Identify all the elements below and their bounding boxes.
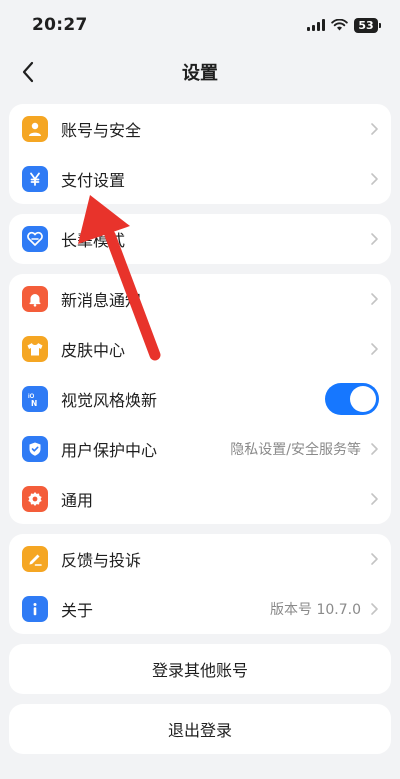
- settings-group-about: 反馈与投诉 关于 版本号 10.7.0: [9, 534, 391, 634]
- row-value: 隐私设置/安全服务等: [230, 442, 361, 458]
- shirt-icon: [22, 336, 48, 362]
- chevron-right-icon: [371, 603, 378, 615]
- edit-icon: [22, 546, 48, 572]
- row-general[interactable]: 通用: [9, 474, 391, 524]
- row-label: 通用: [61, 491, 94, 510]
- chevron-right-icon: [371, 173, 378, 185]
- switch-account-button[interactable]: 登录其他账号: [9, 644, 391, 694]
- row-visual-style: iO N 视觉风格焕新: [9, 374, 391, 424]
- row-feedback[interactable]: 反馈与投诉: [9, 534, 391, 584]
- row-label: 用户保护中心: [61, 441, 158, 460]
- chevron-right-icon: [371, 233, 378, 245]
- row-elder-mode[interactable]: 长辈模式: [9, 214, 391, 264]
- chevron-right-icon: [371, 123, 378, 135]
- row-notifications[interactable]: 新消息通知: [9, 274, 391, 324]
- row-label: 关于: [61, 601, 94, 620]
- row-account-security[interactable]: 账号与安全: [9, 104, 391, 154]
- page-title: 设置: [182, 63, 218, 84]
- heart-mode-icon: [22, 226, 48, 252]
- chevron-right-icon: [371, 493, 378, 505]
- row-label: 视觉风格焕新: [61, 391, 158, 410]
- svg-text:N: N: [31, 399, 37, 408]
- status-icons: 53: [307, 17, 381, 33]
- status-time: 20:27: [32, 15, 88, 35]
- row-skin-center[interactable]: 皮肤中心: [9, 324, 391, 374]
- row-label: 反馈与投诉: [61, 551, 142, 570]
- row-label: 支付设置: [61, 171, 126, 190]
- new-style-icon: iO N: [22, 386, 48, 412]
- signal-icon: [307, 19, 325, 31]
- row-label: 皮肤中心: [61, 341, 126, 360]
- bell-icon: [22, 286, 48, 312]
- row-label: 账号与安全: [61, 121, 142, 140]
- chevron-left-icon: [22, 61, 34, 83]
- chevron-right-icon: [371, 343, 378, 355]
- yen-icon: [22, 166, 48, 192]
- row-label: 新消息通知: [61, 291, 142, 310]
- chevron-right-icon: [371, 553, 378, 565]
- row-about[interactable]: 关于 版本号 10.7.0: [9, 584, 391, 634]
- row-payment-settings[interactable]: 支付设置: [9, 154, 391, 204]
- info-icon: [22, 596, 48, 622]
- gear-icon: [22, 486, 48, 512]
- nav-bar: 设置: [0, 50, 400, 94]
- shield-icon: [22, 436, 48, 462]
- visual-style-toggle[interactable]: [325, 383, 379, 415]
- row-label: 长辈模式: [61, 231, 126, 250]
- row-user-protection[interactable]: 用户保护中心 隐私设置/安全服务等: [9, 424, 391, 474]
- chevron-right-icon: [371, 443, 378, 455]
- battery-indicator: 53: [354, 17, 381, 33]
- logout-button[interactable]: 退出登录: [9, 704, 391, 754]
- settings-group-elder: 长辈模式: [9, 214, 391, 264]
- back-button[interactable]: [12, 56, 44, 88]
- settings-group-account: 账号与安全 支付设置: [9, 104, 391, 204]
- status-bar: 20:27 53: [0, 0, 400, 50]
- settings-group-general: 新消息通知 皮肤中心 iO N 视觉风格焕新 用户保护中心 隐私设置/安全服务等 …: [9, 274, 391, 524]
- row-value: 版本号 10.7.0: [270, 602, 361, 618]
- chevron-right-icon: [371, 293, 378, 305]
- user-icon: [22, 116, 48, 142]
- toggle-knob: [350, 386, 376, 412]
- wifi-icon: [331, 19, 348, 31]
